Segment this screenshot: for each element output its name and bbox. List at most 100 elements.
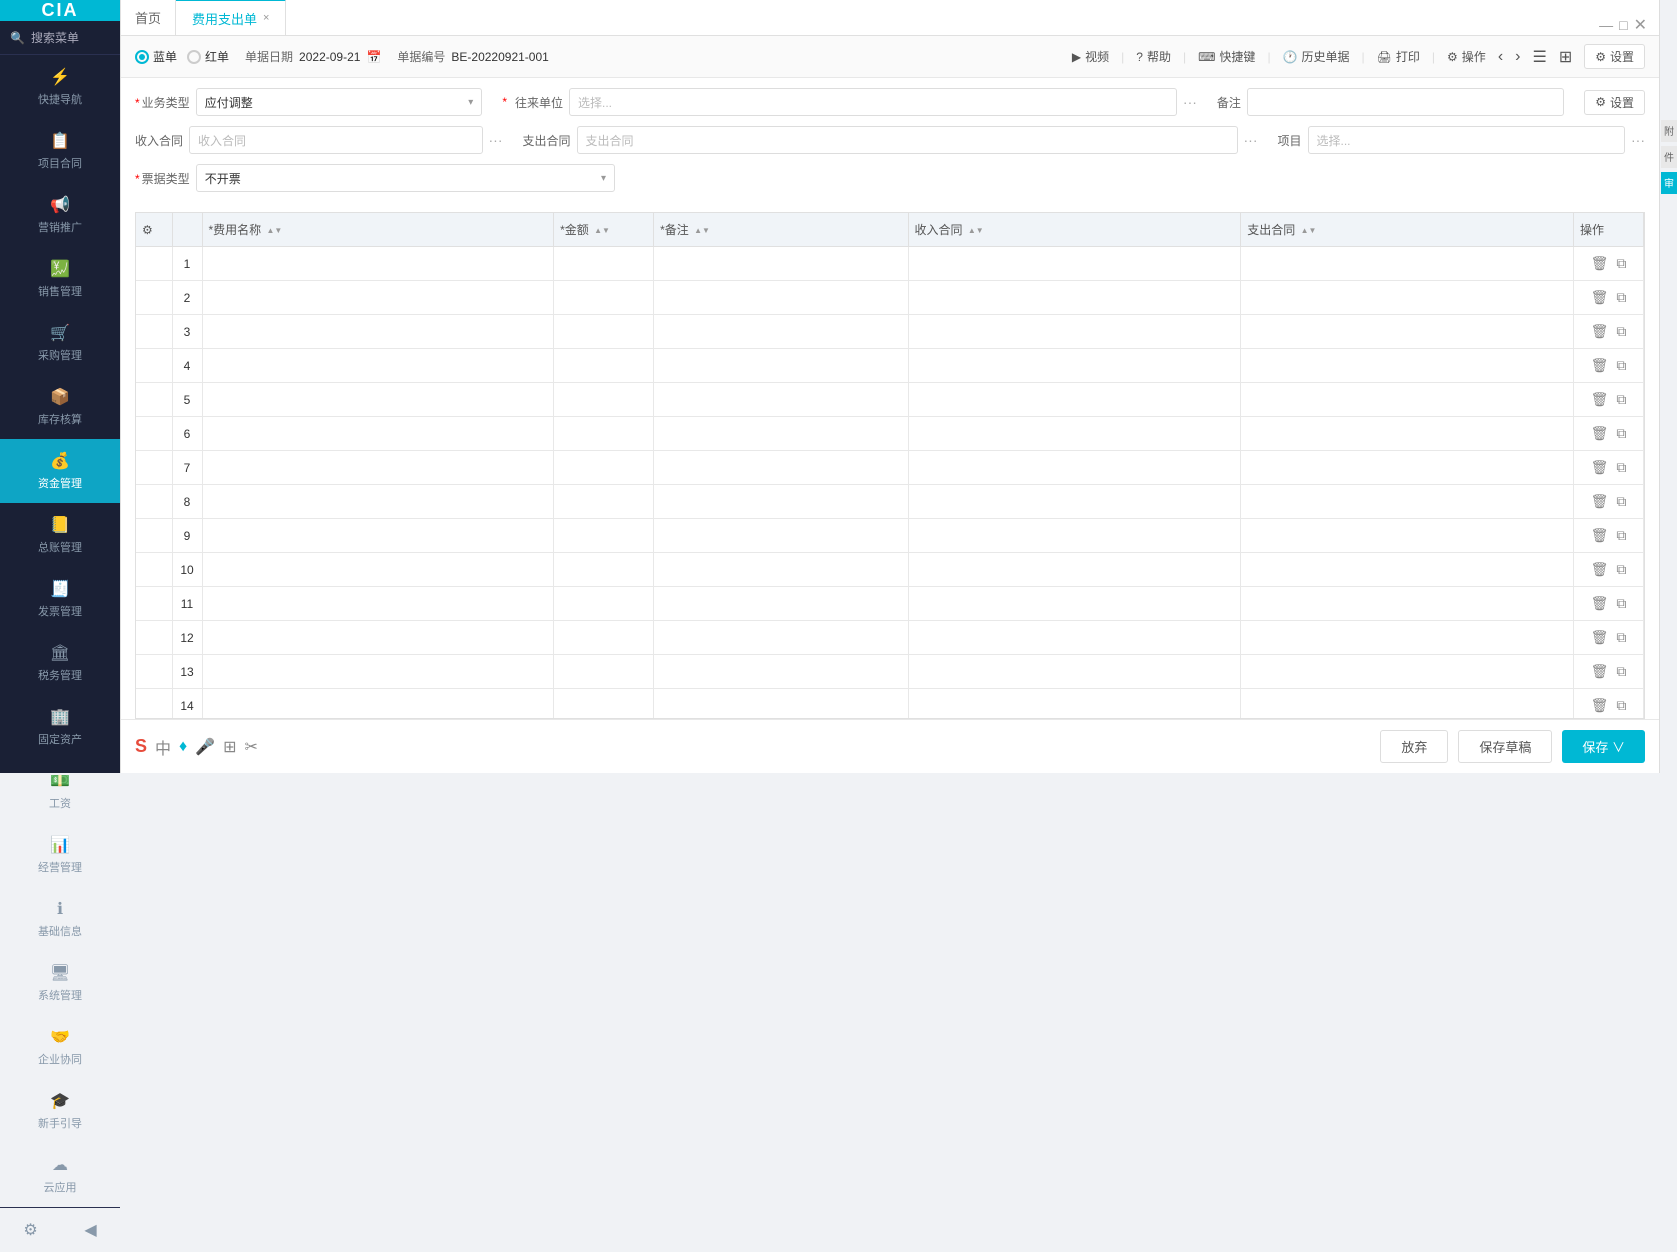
row-amount[interactable] [554,349,654,383]
row-income-contract[interactable] [908,281,1241,315]
row-expense-name[interactable] [202,655,554,689]
row-expense-contract[interactable] [1241,655,1574,689]
row-expense-name[interactable] [202,349,554,383]
row-expense-name[interactable] [202,281,554,315]
tab-home[interactable]: 首页 [121,0,176,35]
row-delete-btn[interactable]: 🗑 [1589,423,1611,444]
sidebar-item-quick-nav[interactable]: ⚡ 快捷导航 [0,55,120,119]
row-copy-btn[interactable]: ⧉ [1614,321,1628,342]
tab-close-btn[interactable]: × [263,12,269,24]
row-expense-name[interactable] [202,451,554,485]
view-grid-btn[interactable]: ⊞ [1559,47,1572,67]
sidebar-item-fixed-assets[interactable]: 🏢 固定资产 [0,695,120,759]
row-remark[interactable] [654,451,908,485]
row-income-contract[interactable] [908,247,1241,281]
sidebar-item-sales-mgmt[interactable]: 💹 销售管理 [0,247,120,311]
row-expense-contract[interactable] [1241,519,1574,553]
row-income-contract[interactable] [908,621,1241,655]
row-delete-btn[interactable]: 🗑 [1589,661,1611,682]
window-close-btn[interactable]: ✕ [1634,15,1647,35]
video-action[interactable]: ▶ 视频 [1072,48,1109,65]
row-delete-btn[interactable]: 🗑 [1589,321,1611,342]
project-dots[interactable]: ··· [1631,132,1645,148]
row-delete-btn[interactable]: 🗑 [1589,559,1611,580]
nav-next-btn[interactable]: › [1515,48,1520,66]
row-remark[interactable] [654,417,908,451]
sidebar-item-project-contract[interactable]: 📋 项目合同 [0,119,120,183]
row-expense-contract[interactable] [1241,587,1574,621]
row-income-contract[interactable] [908,383,1241,417]
row-remark[interactable] [654,621,908,655]
row-income-contract[interactable] [908,587,1241,621]
row-income-contract[interactable] [908,485,1241,519]
col-amount[interactable]: *金额 ▲▼ [554,213,654,247]
sidebar-item-newbie[interactable]: 🎓 新手引导 [0,1079,120,1143]
col-expense-name[interactable]: *费用名称 ▲▼ [202,213,554,247]
field-settings-btn[interactable]: ⚙ 设置 [1584,90,1645,115]
col-income-contract[interactable]: 收入合同 ▲▼ [908,213,1241,247]
sidebar-item-general-ledger[interactable]: 📒 总账管理 [0,503,120,567]
row-expense-contract[interactable] [1241,485,1574,519]
row-amount[interactable] [554,451,654,485]
sidebar-item-payroll[interactable]: 💵 工资 [0,759,120,823]
row-income-contract[interactable] [908,553,1241,587]
radio-red[interactable]: 红单 [187,48,229,65]
shortcut-action[interactable]: ⌨ 快捷键 [1198,48,1255,65]
row-income-contract[interactable] [908,349,1241,383]
row-amount[interactable] [554,383,654,417]
row-amount[interactable] [554,553,654,587]
counterpart-dots-btn[interactable]: ··· [1183,94,1197,110]
view-list-btn[interactable]: ☰ [1532,47,1546,67]
right-btn-attach[interactable]: 附 [1661,120,1677,142]
calendar-icon[interactable]: 📅 [366,50,381,64]
business-type-input[interactable]: 应付调整 ▾ [196,88,483,116]
row-amount[interactable] [554,247,654,281]
row-expense-contract[interactable] [1241,349,1574,383]
row-amount[interactable] [554,621,654,655]
bottom-icon-grid[interactable]: ⊞ [223,737,236,757]
row-copy-btn[interactable]: ⧉ [1614,695,1628,716]
save-btn[interactable]: 保存 ∨ [1562,730,1645,763]
help-action[interactable]: ? 帮助 [1136,48,1171,65]
operations-action[interactable]: ⚙ 操作 [1447,48,1486,65]
row-expense-name[interactable] [202,417,554,451]
bottom-icon-s[interactable]: S [135,736,147,757]
row-income-contract[interactable] [908,655,1241,689]
expense-contract-input[interactable]: 支出合同 [577,126,1238,154]
row-expense-contract[interactable] [1241,315,1574,349]
date-value[interactable]: 2022-09-21 [299,50,360,64]
row-copy-btn[interactable]: ⧉ [1614,491,1628,512]
row-expense-contract[interactable] [1241,689,1574,720]
row-remark[interactable] [654,247,908,281]
print-action[interactable]: 🖨 打印 [1377,48,1420,65]
row-delete-btn[interactable]: 🗑 [1589,491,1611,512]
window-maximize-btn[interactable]: □ [1619,17,1627,33]
row-expense-name[interactable] [202,621,554,655]
row-amount[interactable] [554,281,654,315]
row-expense-name[interactable] [202,383,554,417]
sidebar-item-inventory[interactable]: 📦 库存核算 [0,375,120,439]
row-expense-contract[interactable] [1241,621,1574,655]
row-delete-btn[interactable]: 🗑 [1589,695,1611,716]
row-remark[interactable] [654,553,908,587]
sidebar-item-tax-mgmt[interactable]: 🏛 税务管理 [0,631,120,695]
sidebar-item-ops-mgmt[interactable]: 📊 经营管理 [0,823,120,887]
row-copy-btn[interactable]: ⧉ [1614,457,1628,478]
nav-prev-btn[interactable]: ‹ [1498,48,1503,66]
bottom-icon-zh[interactable]: 中 [155,735,171,759]
row-income-contract[interactable] [908,315,1241,349]
row-copy-btn[interactable]: ⧉ [1614,423,1628,444]
settings-btn[interactable]: ⚙ 设置 [1584,44,1645,69]
settings-bottom-btn[interactable]: ⚙ [19,1216,41,1244]
row-expense-name[interactable] [202,553,554,587]
radio-blue[interactable]: 蓝单 [135,48,177,65]
row-remark[interactable] [654,519,908,553]
row-income-contract[interactable] [908,689,1241,720]
row-delete-btn[interactable]: 🗑 [1589,593,1611,614]
remark-input[interactable] [1247,88,1564,116]
bottom-icon-mic[interactable]: 🎤 [195,737,215,757]
window-minimize-btn[interactable]: — [1599,17,1613,33]
row-income-contract[interactable] [908,451,1241,485]
sidebar-search[interactable]: 🔍 搜索菜单 [0,21,120,55]
collapse-btn[interactable]: ◀ [80,1216,100,1244]
